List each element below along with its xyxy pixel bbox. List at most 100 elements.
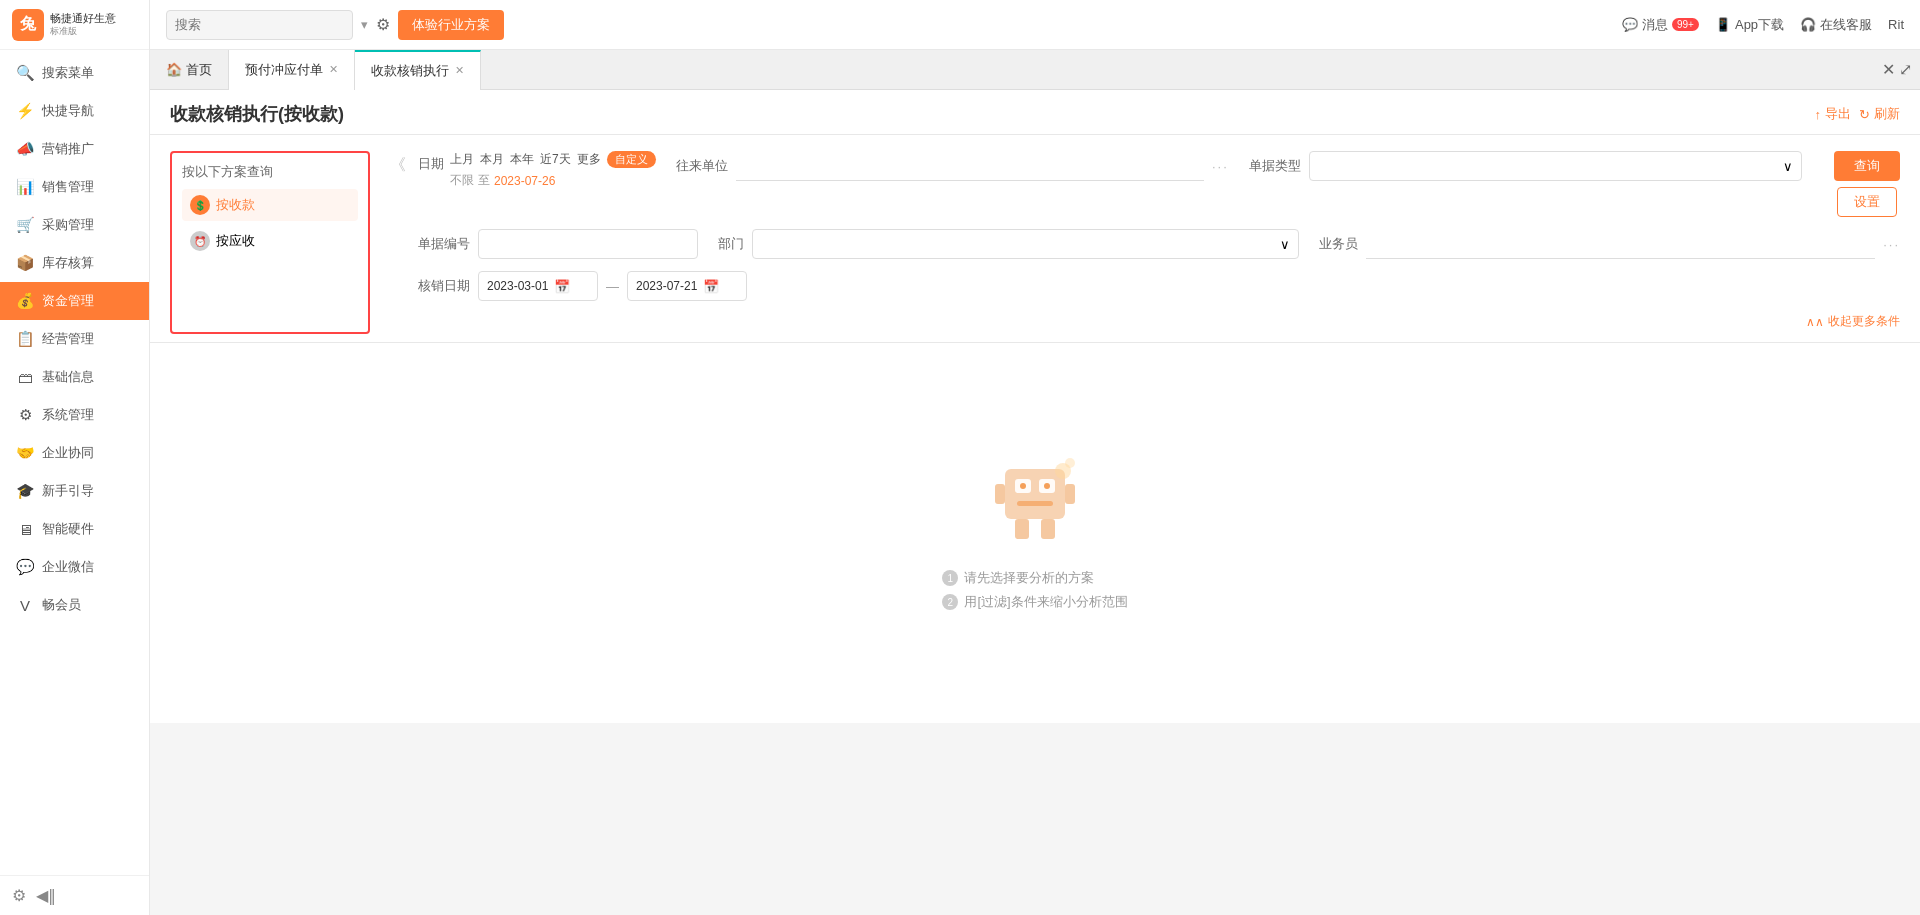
system-icon: ⚙	[16, 406, 34, 424]
topbar-search-input[interactable]	[166, 10, 353, 40]
collapse-conditions-btn[interactable]: ∧∧ 收起更多条件	[1806, 313, 1900, 330]
sidebar-item-newbie[interactable]: 🎓 新手引导	[0, 472, 149, 510]
wechat-icon: 💬	[16, 558, 34, 576]
unit-dots-btn[interactable]: ···	[1212, 159, 1229, 174]
verif-date-start-input[interactable]: 2023-03-01 📅	[478, 271, 598, 301]
collapse-conditions-row: ∧∧ 收起更多条件	[418, 313, 1900, 330]
sidebar-item-label: 销售管理	[42, 178, 94, 196]
verif-date-end-input[interactable]: 2023-07-21 📅	[627, 271, 747, 301]
sidebar-nav: 🔍 搜索菜单 ⚡ 快捷导航 📣 营销推广 📊 销售管理 🛒 采购管理 📦 库存核…	[0, 50, 149, 875]
sidebar-item-system[interactable]: ⚙ 系统管理	[0, 396, 149, 434]
filter-unit-group: 往来单位 ···	[676, 151, 1229, 181]
sidebar-item-label: 基础信息	[42, 368, 94, 386]
sidebar-item-quick[interactable]: ⚡ 快捷导航	[0, 92, 149, 130]
sidebar-item-inventory[interactable]: 📦 库存核算	[0, 244, 149, 282]
hint-text-1: 请先选择要分析的方案	[964, 569, 1094, 587]
tab-home[interactable]: 🏠 首页	[150, 50, 229, 90]
hint-num-1: 1	[942, 570, 958, 586]
shortcut-this-year[interactable]: 本年	[510, 151, 534, 168]
sidebar-item-basic[interactable]: 🗃 基础信息	[0, 358, 149, 396]
hardware-icon: 🖥	[16, 521, 34, 538]
filter-option-by-receivable[interactable]: ⏰ 按应收	[182, 225, 358, 257]
tab-close-receipt-verif[interactable]: ✕	[455, 64, 464, 77]
industry-btn[interactable]: 体验行业方案	[398, 10, 504, 40]
sidebar-item-marketing[interactable]: 📣 营销推广	[0, 130, 149, 168]
filter-panel: 按以下方案查询 💲 按收款 ⏰ 按应收	[170, 151, 370, 334]
filter-staff-group: 业务员 ···	[1319, 229, 1900, 259]
sidebar-item-label: 快捷导航	[42, 102, 94, 120]
member-icon: V	[16, 597, 34, 614]
sidebar-item-enterprise[interactable]: 🤝 企业协同	[0, 434, 149, 472]
sidebar-item-label: 经营管理	[42, 330, 94, 348]
svg-rect-3	[1020, 483, 1026, 489]
sidebar-item-label: 系统管理	[42, 406, 94, 424]
sidebar-item-sales[interactable]: 📊 销售管理	[0, 168, 149, 206]
topbar-service-btn[interactable]: 🎧 在线客服	[1800, 16, 1872, 34]
shortcut-this-month[interactable]: 本月	[480, 151, 504, 168]
filter-row-2: 单据编号 部门 ∨ 业务员 ···	[418, 229, 1900, 259]
sidebar-item-label: 采购管理	[42, 216, 94, 234]
tab-close-all-icon[interactable]: ✕	[1882, 60, 1895, 79]
topbar-app-btn[interactable]: 📱 App下载	[1715, 16, 1784, 34]
doctype-select[interactable]: ∨	[1309, 151, 1802, 181]
collapse-panel-btn[interactable]: 《	[390, 155, 406, 176]
topbar-message-btn[interactable]: 💬 消息 99+	[1622, 16, 1699, 34]
tab-close-prepay[interactable]: ✕	[329, 63, 338, 76]
svg-rect-9	[1041, 519, 1055, 539]
page-header: 收款核销执行(按收款) ↑ 导出 ↻ 刷新	[150, 90, 1920, 135]
tab-expand-icon[interactable]: ⤢	[1899, 60, 1912, 79]
sidebar-bottom: ⚙ ◀‖	[0, 875, 149, 915]
tab-receipt-verif[interactable]: 收款核销执行 ✕	[355, 50, 481, 90]
sidebar-item-label: 资金管理	[42, 292, 94, 310]
date-shortcuts-row: 上月 本月 本年 近7天 更多 自定义	[450, 151, 656, 168]
tab-prepay[interactable]: 预付冲应付单 ✕	[229, 50, 355, 90]
topbar-gear-icon[interactable]: ⚙	[376, 15, 390, 34]
empty-hints: 1 请先选择要分析的方案 2 用[过滤]条件来缩小分析范围	[942, 569, 1127, 617]
logo-badge: 标准版	[50, 25, 116, 38]
message-icon: 💬	[1622, 17, 1638, 32]
docno-input[interactable]	[478, 229, 698, 259]
shortcut-7days[interactable]: 近7天	[540, 151, 571, 168]
sidebar-collapse-icon[interactable]: ◀‖	[36, 886, 56, 905]
shortcut-more[interactable]: 更多	[577, 151, 601, 168]
unit-label: 往来单位	[676, 157, 728, 175]
sidebar-item-operation[interactable]: 📋 经营管理	[0, 320, 149, 358]
sidebar-item-wechat[interactable]: 💬 企业微信	[0, 548, 149, 586]
shortcut-custom-badge[interactable]: 自定义	[607, 151, 656, 168]
sidebar-settings-icon[interactable]: ⚙	[12, 886, 26, 905]
filter-option-by-receipt[interactable]: 💲 按收款	[182, 189, 358, 221]
inventory-icon: 📦	[16, 254, 34, 272]
home-icon: 🏠	[166, 62, 182, 77]
refresh-btn[interactable]: ↻ 刷新	[1859, 105, 1900, 123]
empty-illustration	[975, 449, 1095, 549]
sidebar-item-search[interactable]: 🔍 搜索菜单	[0, 54, 149, 92]
staff-label: 业务员	[1319, 235, 1358, 253]
tabbar-actions: ✕ ⤢	[1874, 60, 1920, 79]
staff-input[interactable]	[1366, 229, 1875, 259]
query-btn[interactable]: 查询	[1834, 151, 1900, 181]
sidebar-item-finance[interactable]: 💰 资金管理	[0, 282, 149, 320]
sidebar-item-purchase[interactable]: 🛒 采购管理	[0, 206, 149, 244]
verif-date-end-value: 2023-07-21	[636, 279, 697, 293]
logo-name: 畅捷通好生意	[50, 11, 116, 25]
filter-doctype-group: 单据类型 ∨	[1249, 151, 1802, 181]
export-btn[interactable]: ↑ 导出	[1815, 105, 1852, 123]
unit-input[interactable]	[736, 151, 1204, 181]
refresh-icon: ↻	[1859, 107, 1870, 122]
sidebar-item-member[interactable]: V 畅会员	[0, 586, 149, 624]
quick-icon: ⚡	[16, 102, 34, 120]
date-current-value[interactable]: 2023-07-26	[494, 174, 555, 188]
dept-select[interactable]: ∨	[752, 229, 1299, 259]
date-range-sep: —	[606, 279, 619, 294]
filter-settings-btn[interactable]: 设置	[1837, 187, 1897, 217]
topbar-dropdown-arrow[interactable]: ▾	[361, 17, 368, 32]
shortcut-last-month[interactable]: 上月	[450, 151, 474, 168]
staff-dots-btn[interactable]: ···	[1883, 237, 1900, 252]
sidebar-item-hardware[interactable]: 🖥 智能硬件	[0, 510, 149, 548]
page-content: 收款核销执行(按收款) ↑ 导出 ↻ 刷新 按以下方案查询	[150, 90, 1920, 915]
date-to-text: 至	[478, 172, 490, 189]
collapse-panel-area: 《	[390, 151, 418, 334]
service-icon: 🎧	[1800, 17, 1816, 32]
topbar-user-btn[interactable]: Rit	[1888, 17, 1904, 32]
empty-state: 1 请先选择要分析的方案 2 用[过滤]条件来缩小分析范围	[150, 343, 1920, 723]
